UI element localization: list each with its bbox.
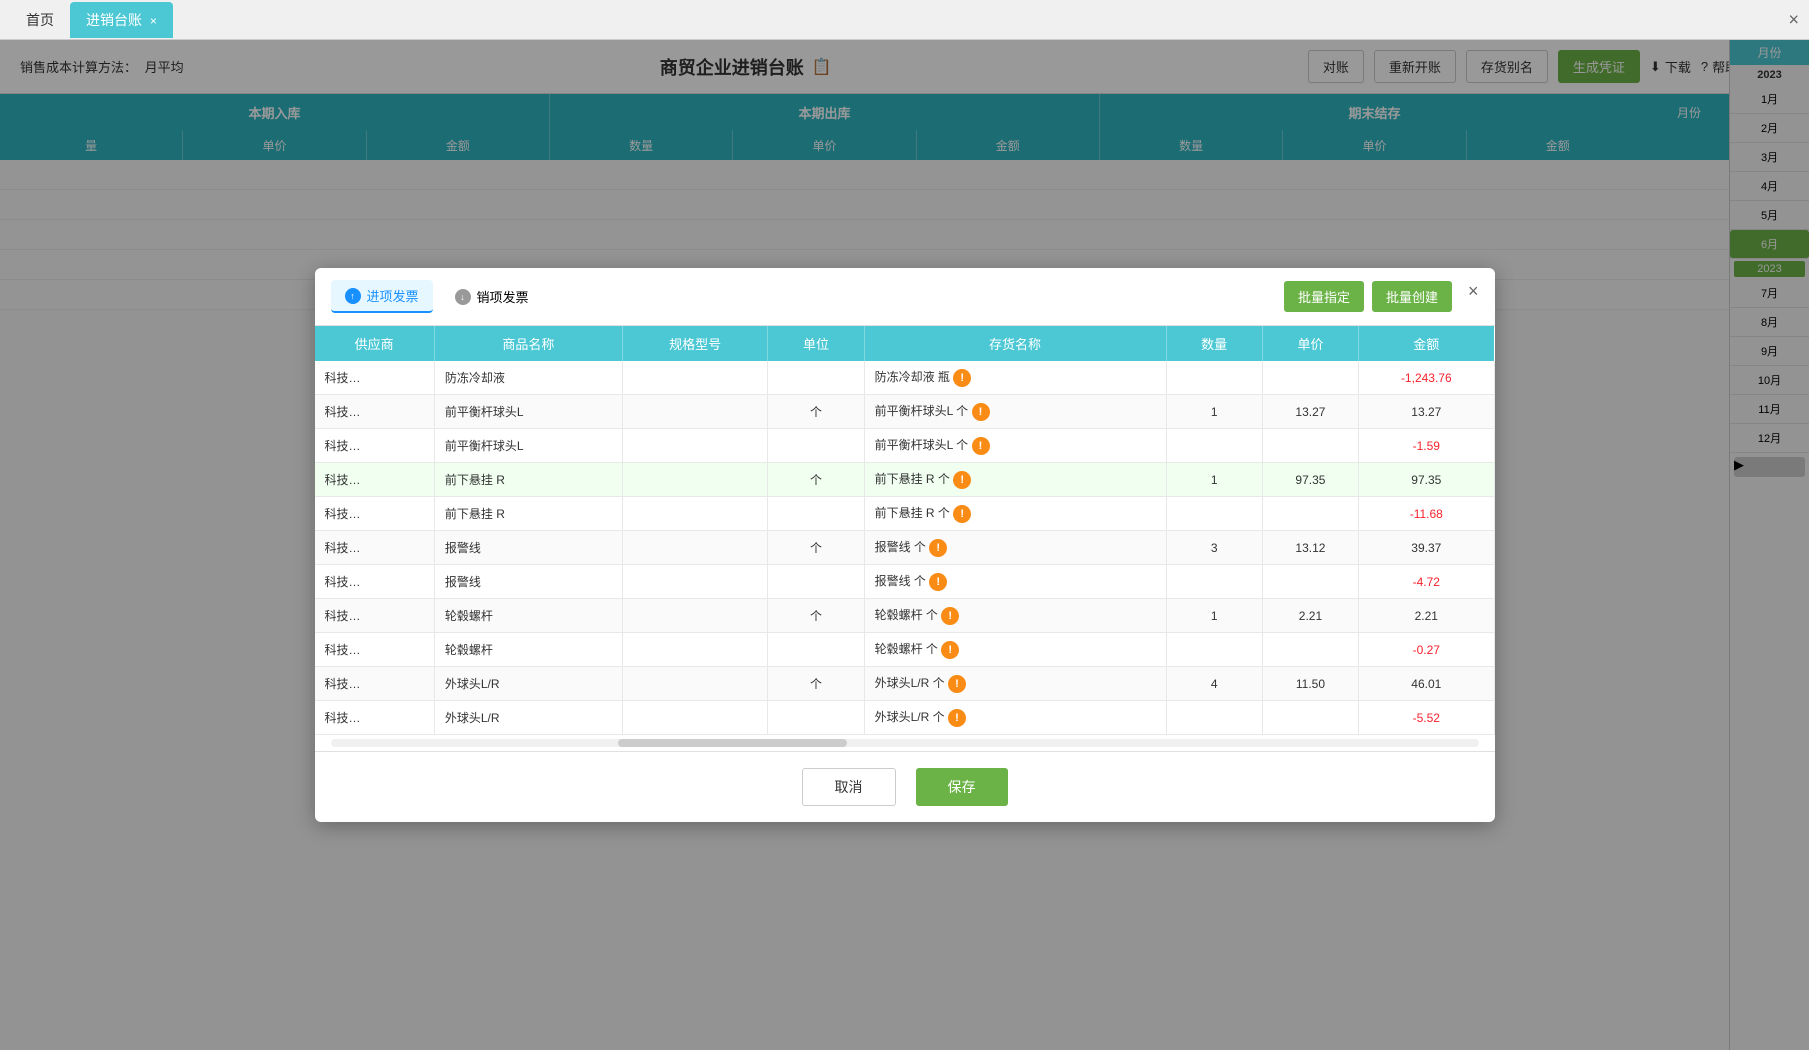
tab-home[interactable]: 首页 [10,2,70,38]
warning-icon: ! [929,539,947,557]
warning-icon: ! [948,675,966,693]
tab-ledger[interactable]: 进销台账 × [70,2,173,38]
invoice-table: 供应商 商品名称 规格型号 单位 存货名称 数量 单价 金额 科技…防冻冷却液防… [315,326,1495,735]
purchase-invoice-icon: ↑ [345,288,361,304]
warning-icon: ! [953,471,971,489]
save-button[interactable]: 保存 [916,768,1008,806]
table-row: 科技…轮毂螺杆轮毂螺杆 个 !-0.27 [315,633,1495,667]
warning-icon: ! [972,403,990,421]
modal-close-button[interactable]: × [1468,281,1479,312]
batch-create-button[interactable]: 批量创建 [1372,281,1452,312]
warning-icon: ! [929,573,947,591]
table-row: 科技…报警线报警线 个 !-4.72 [315,565,1495,599]
col-supplier: 供应商 [315,326,435,361]
warning-icon: ! [941,607,959,625]
table-row: 科技…前下悬挂 R个前下悬挂 R 个 !197.3597.35 [315,463,1495,497]
col-inventory: 存货名称 [864,326,1166,361]
table-row: 科技…前平衡杆球头L个前平衡杆球头L 个 !113.2713.27 [315,395,1495,429]
table-row: 科技…外球头L/R个外球头L/R 个 !411.5046.01 [315,667,1495,701]
window-close-button[interactable]: × [1788,9,1799,30]
sales-invoice-icon: ↓ [455,289,471,305]
col-price: 单价 [1262,326,1358,361]
batch-assign-button[interactable]: 批量指定 [1284,281,1364,312]
main-area: 销售成本计算方法： 月平均 商贸企业进销台账 📋 对账 重新开账 存货别名 生成… [0,40,1809,1050]
table-row: 科技…防冻冷却液防冻冷却液 瓶 !-1,243.76 [315,361,1495,395]
tab-purchase-invoice[interactable]: ↑ 进项发票 [331,280,433,313]
table-row: 科技…外球头L/R外球头L/R 个 !-5.52 [315,701,1495,735]
table-scrollbar[interactable] [331,739,1479,747]
col-amount: 金额 [1359,326,1494,361]
col-unit: 单位 [768,326,864,361]
warning-icon: ! [941,641,959,659]
col-product: 商品名称 [434,326,622,361]
modal-overlay: ↑ 进项发票 ↓ 销项发票 批量指定 批量创建 × [0,40,1809,1050]
col-spec: 规格型号 [622,326,767,361]
warning-icon: ! [948,709,966,727]
table-row: 科技…前下悬挂 R前下悬挂 R 个 !-11.68 [315,497,1495,531]
table-row: 科技…前平衡杆球头L前平衡杆球头L 个 !-1.59 [315,429,1495,463]
modal-table-wrap: 供应商 商品名称 规格型号 单位 存货名称 数量 单价 金额 科技…防冻冷却液防… [315,326,1495,735]
tab-sales-invoice[interactable]: ↓ 销项发票 [441,281,543,312]
table-row: 科技…轮毂螺杆个轮毂螺杆 个 !12.212.21 [315,599,1495,633]
modal-footer: 取消 保存 [315,751,1495,822]
warning-icon: ! [972,437,990,455]
tab-bar: 首页 进销台账 × × [0,0,1809,40]
cancel-button[interactable]: 取消 [802,768,896,806]
modal-header: ↑ 进项发票 ↓ 销项发票 批量指定 批量创建 × [315,268,1495,326]
warning-icon: ! [953,369,971,387]
modal-actions: 批量指定 批量创建 × [1284,281,1479,312]
col-qty: 数量 [1166,326,1262,361]
table-row: 科技…报警线个报警线 个 !313.1239.37 [315,531,1495,565]
warning-icon: ! [953,505,971,523]
tab-close-icon[interactable]: × [150,14,157,28]
modal-dialog: ↑ 进项发票 ↓ 销项发票 批量指定 批量创建 × [315,268,1495,822]
